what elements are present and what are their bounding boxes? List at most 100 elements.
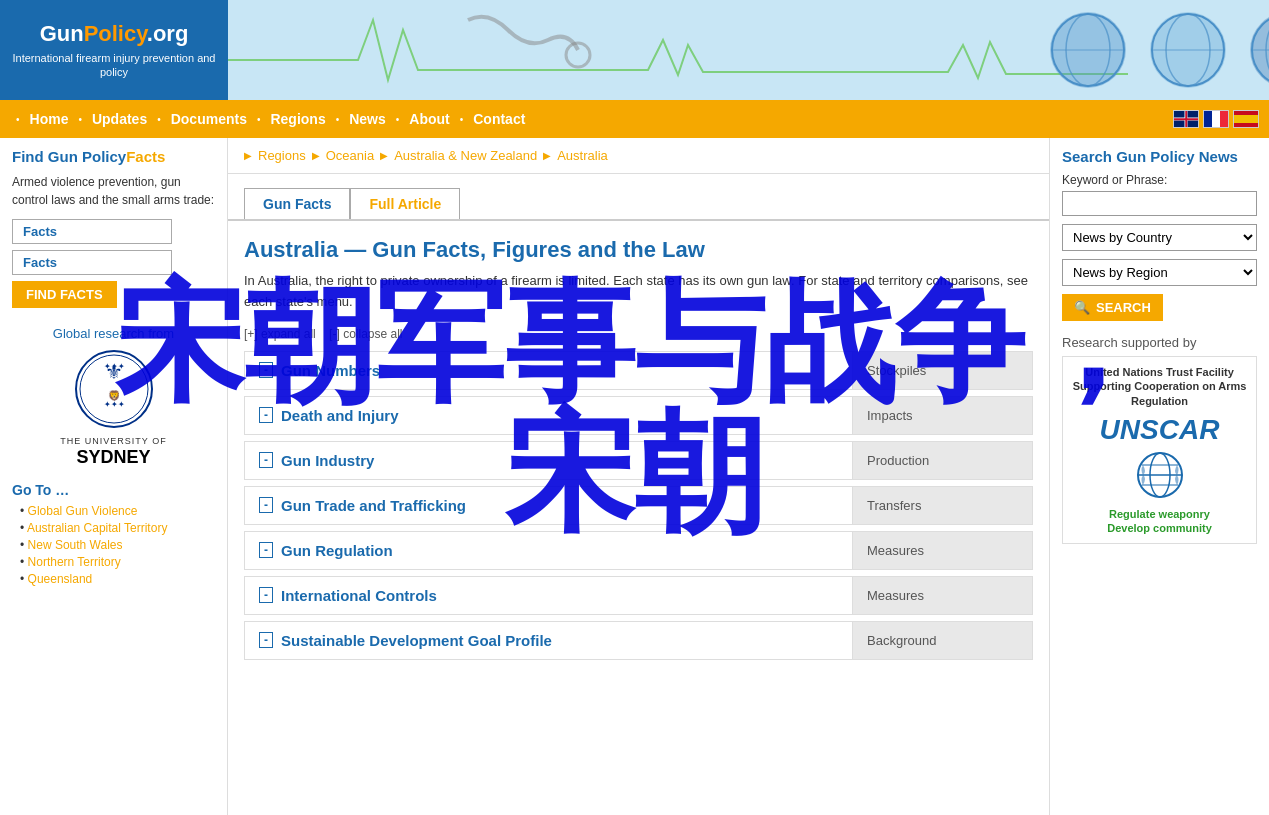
fact-left-1: - Death and Injury (244, 396, 853, 435)
header: GunPolicy.org International firearm inju… (0, 0, 1269, 100)
nav-flags (1173, 110, 1259, 128)
unscar-tagline: Regulate weaponryDevelop community (1071, 507, 1248, 536)
fact-sections: - Gun Numbers Stockpiles - Death and Inj… (228, 351, 1049, 660)
unscar-title: United Nations Trust Facility Supporting… (1071, 365, 1248, 408)
expand-all-label[interactable]: expand all (261, 327, 316, 341)
breadcrumb-arrow3: ▶ (543, 150, 551, 161)
nav-dot7: • (460, 114, 464, 125)
breadcrumb-australia[interactable]: Australia (557, 148, 608, 163)
global-research-label: Global research from (12, 326, 215, 341)
sydney-subtitle: THE UNIVERSITY OF (12, 436, 215, 447)
logo-subtitle: International firearm injury prevention … (10, 51, 218, 80)
banner-area (228, 0, 1269, 100)
nav-contact[interactable]: Contact (469, 111, 529, 127)
table-row: - Gun Numbers Stockpiles (244, 351, 1033, 390)
table-row: - Gun Trade and Trafficking Transfers (244, 486, 1033, 525)
toggle-5[interactable]: - (259, 587, 273, 603)
sydney-name: SYDNEY (12, 447, 215, 469)
find-title: Find Gun PolicyFacts (12, 148, 215, 165)
collapse-all-label[interactable]: collapse all (343, 327, 402, 341)
goto-qld[interactable]: Queensland (12, 572, 215, 586)
nav-dot4: • (257, 114, 261, 125)
fact-right-2: Production (853, 441, 1033, 480)
logo-title: GunPolicy.org (40, 21, 189, 47)
nav-updates[interactable]: Updates (88, 111, 151, 127)
goto-global-gun-violence[interactable]: Global Gun Violence (12, 504, 215, 518)
tab-gun-facts[interactable]: Gun Facts (244, 188, 350, 219)
search-icon: 🔍 (1074, 300, 1090, 315)
svg-text:✦✦✦: ✦✦✦ (103, 400, 124, 409)
nav-regions[interactable]: Regions (266, 111, 329, 127)
toggle-4[interactable]: - (259, 542, 273, 558)
nav-news[interactable]: News (345, 111, 390, 127)
table-row: - Gun Regulation Measures (244, 531, 1033, 570)
breadcrumb-anz[interactable]: Australia & New Zealand (394, 148, 537, 163)
toggle-6[interactable]: - (259, 632, 273, 648)
breadcrumb: ▶ Regions ▶ Oceania ▶ Australia & New Ze… (228, 138, 1049, 174)
table-row: - Gun Industry Production (244, 441, 1033, 480)
goto-nt[interactable]: Northern Territory (12, 555, 215, 569)
expand-collapse-controls: [+] expand all [-] collapse all (228, 323, 1049, 351)
nav-dot2: • (78, 114, 82, 125)
left-sidebar: Find Gun PolicyFacts Armed violence prev… (0, 138, 228, 815)
breadcrumb-oceania[interactable]: Oceania (326, 148, 374, 163)
fact-label-5[interactable]: International Controls (281, 587, 437, 604)
breadcrumb-regions[interactable]: Regions (258, 148, 306, 163)
unscar-box: United Nations Trust Facility Supporting… (1062, 356, 1257, 544)
goto-act[interactable]: Australian Capital Territory (12, 521, 215, 535)
fact-label-6[interactable]: Sustainable Development Goal Profile (281, 632, 552, 649)
facts-btn-2[interactable]: Facts (12, 250, 172, 275)
toggle-3[interactable]: - (259, 497, 273, 513)
flag-uk[interactable] (1173, 110, 1199, 128)
tabs-container: Gun Facts Full Article (228, 174, 1049, 221)
goto-nsw[interactable]: New South Wales (12, 538, 215, 552)
content-area: ▶ Regions ▶ Oceania ▶ Australia & New Ze… (228, 138, 1049, 815)
fact-left-2: - Gun Industry (244, 441, 853, 480)
facts-btn-1[interactable]: Facts (12, 219, 172, 244)
nav-dot: • (16, 114, 20, 125)
svg-text:✦✦✦: ✦✦✦ (103, 362, 124, 371)
find-facts-button[interactable]: FIND FACTS (12, 281, 117, 308)
fact-label-2[interactable]: Gun Industry (281, 452, 374, 469)
keyword-label: Keyword or Phrase: (1062, 173, 1257, 187)
right-sidebar: Search Gun Policy News Keyword or Phrase… (1049, 138, 1269, 815)
fact-right-1: Impacts (853, 396, 1033, 435)
goto-title: Go To … (12, 482, 215, 498)
search-input[interactable] (1062, 191, 1257, 216)
search-btn-label: SEARCH (1096, 300, 1151, 315)
fact-label-4[interactable]: Gun Regulation (281, 542, 393, 559)
flag-fr[interactable] (1203, 110, 1229, 128)
breadcrumb-arrow0: ▶ (244, 150, 252, 161)
search-button[interactable]: 🔍 SEARCH (1062, 294, 1163, 321)
fact-label-0[interactable]: Gun Numbers (281, 362, 380, 379)
nav-dot6: • (396, 114, 400, 125)
fact-right-6: Background (853, 621, 1033, 660)
table-row: - International Controls Measures (244, 576, 1033, 615)
news-by-country-select[interactable]: News by Country (1062, 224, 1257, 251)
nav-about[interactable]: About (405, 111, 453, 127)
fact-right-0: Stockpiles (853, 351, 1033, 390)
sydney-crest-icon: ⚜ 🦁 ✦✦✦ ✦✦✦ (74, 349, 154, 429)
toggle-0[interactable]: - (259, 362, 273, 378)
fact-left-0: - Gun Numbers (244, 351, 853, 390)
fact-label-1[interactable]: Death and Injury (281, 407, 399, 424)
fact-right-3: Transfers (853, 486, 1033, 525)
nav-home[interactable]: Home (26, 111, 73, 127)
logo-org: .org (147, 21, 189, 46)
facts-text: Facts (126, 148, 165, 165)
fact-left-5: - International Controls (244, 576, 853, 615)
nav-dot3: • (157, 114, 161, 125)
breadcrumb-arrow1: ▶ (312, 150, 320, 161)
page-title: Australia — Gun Facts, Figures and the L… (244, 237, 1033, 263)
toggle-2[interactable]: - (259, 452, 273, 468)
tab-full-article[interactable]: Full Article (350, 188, 460, 219)
news-by-region-select[interactable]: News by Region (1062, 259, 1257, 286)
nav-documents[interactable]: Documents (167, 111, 251, 127)
nav: • Home • Updates • Documents • Regions •… (0, 100, 1269, 138)
fact-label-3[interactable]: Gun Trade and Trafficking (281, 497, 466, 514)
logo-area: GunPolicy.org International firearm inju… (0, 0, 228, 100)
nav-dot5: • (336, 114, 340, 125)
toggle-1[interactable]: - (259, 407, 273, 423)
flag-es[interactable] (1233, 110, 1259, 128)
fact-left-4: - Gun Regulation (244, 531, 853, 570)
